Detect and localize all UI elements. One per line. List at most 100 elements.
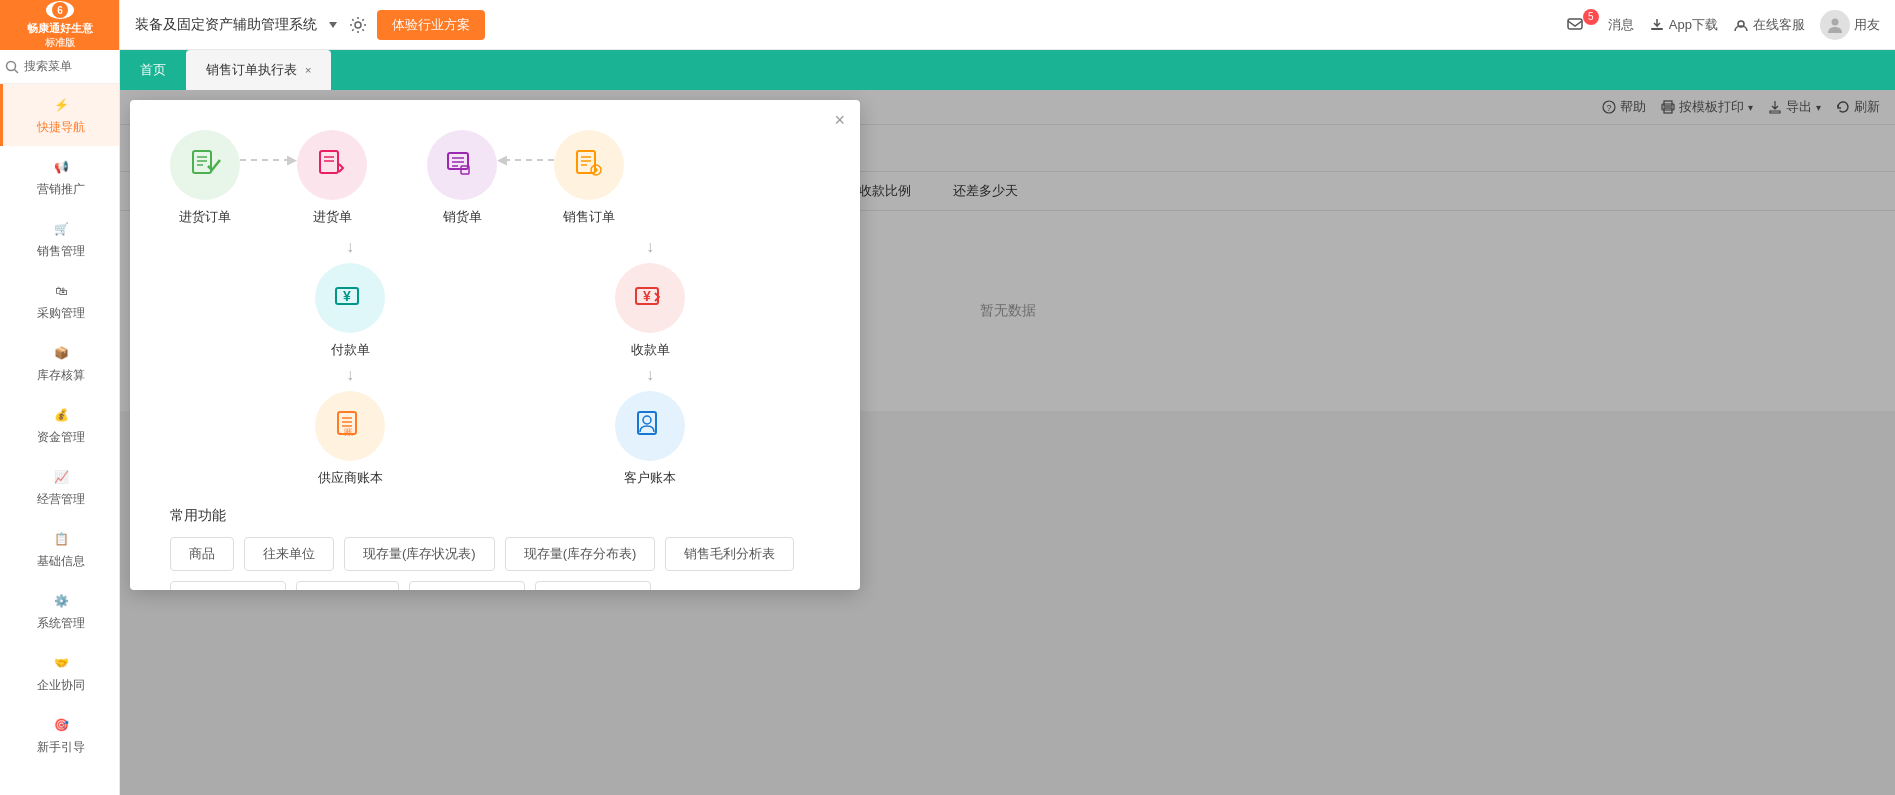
flow-purchase: 进货单: [297, 130, 367, 226]
quick-nav-icon: ⚡: [50, 94, 72, 116]
arrow-down-purchase: ↓: [346, 238, 354, 256]
arrow-down-receipt: ↓: [646, 366, 654, 384]
guide-label: 新手引导: [37, 739, 85, 756]
customer-ledger-label: 客户账本: [624, 469, 676, 487]
sidebar-item-quick-nav[interactable]: ⚡ 快捷导航: [0, 84, 119, 146]
svg-text:账: 账: [344, 427, 353, 437]
message-label: 消息: [1608, 16, 1634, 34]
arrow-2: ▶: [497, 152, 554, 167]
operation-icon: 📈: [50, 466, 72, 488]
arrow-down-sales: ↓: [646, 238, 654, 256]
main-content: 装备及固定资产辅助管理系统 体验行业方案 5 消息: [120, 0, 1895, 795]
purchase-order-circle[interactable]: [170, 130, 240, 200]
avatar-icon: [1824, 14, 1846, 36]
online-service-btn[interactable]: 在线客服: [1733, 16, 1805, 34]
finance-icon: 💰: [50, 404, 72, 426]
quick-nav-popup: ×: [130, 100, 860, 590]
svg-rect-24: [320, 151, 338, 173]
message-btn[interactable]: 5 消息: [1566, 16, 1634, 34]
inventory-label: 库存核算: [37, 367, 85, 384]
sales-label: 销货单: [443, 208, 482, 226]
dropdown-arrow-icon[interactable]: [327, 19, 339, 31]
overlay: ×: [120, 90, 1895, 795]
svg-marker-4: [329, 22, 337, 28]
purchase-icon: [313, 146, 351, 184]
tab-close-icon[interactable]: ×: [305, 64, 311, 76]
svg-point-5: [355, 22, 361, 28]
sales-order-label: 销售订单: [563, 208, 615, 226]
sidebar-item-purchase[interactable]: 🛍 采购管理: [0, 270, 119, 332]
logo-svg: 6: [51, 1, 69, 19]
logo-icon: 6: [46, 1, 74, 19]
spacer-middle2: [410, 364, 590, 487]
func-btn-8[interactable]: 付款情况统计: [535, 581, 651, 590]
user-menu[interactable]: 用友: [1820, 10, 1880, 40]
payment-icon: ¥: [331, 279, 369, 317]
svg-line-3: [15, 69, 19, 73]
search-icon: [5, 60, 19, 74]
flow-sales: 销货单: [427, 130, 497, 226]
func-btn-0[interactable]: 商品: [170, 537, 234, 571]
flow-customer-col: ↓ 客户账本: [590, 364, 710, 487]
supplier-ledger-circle[interactable]: 账: [315, 391, 385, 461]
sidebar-item-marketing[interactable]: 📢 营销推广: [0, 146, 119, 208]
avatar: [1820, 10, 1850, 40]
receipt-icon: ¥: [631, 279, 669, 317]
tab-home[interactable]: 首页: [120, 50, 186, 90]
customer-ledger-circle[interactable]: [615, 391, 685, 461]
gear-icon[interactable]: [349, 16, 367, 34]
svg-rect-20: [193, 151, 211, 173]
tab-sales-order[interactable]: 销售订单执行表 ×: [186, 50, 331, 90]
search-menu[interactable]: 搜索菜单: [0, 50, 119, 84]
arrow-down-payment: ↓: [346, 366, 354, 384]
func-btn-4[interactable]: 销售毛利分析表: [665, 537, 794, 571]
sales-icon: [443, 146, 481, 184]
basic-info-icon: 📋: [50, 528, 72, 550]
sales-order-circle[interactable]: [554, 130, 624, 200]
sidebar: 6 畅康通好生意 标准版 搜索菜单 ⚡ 快捷导航 📢 营销推广 🛒 销售管理 🛍…: [0, 0, 120, 795]
flow-supplier-col: ↓ 账 供应商账本: [290, 364, 410, 487]
spacer-po2: [170, 364, 290, 487]
marketing-icon: 📢: [50, 156, 72, 178]
spacer-middle: [410, 236, 590, 359]
func-btn-5[interactable]: 商品毛利分析: [170, 581, 286, 590]
purchase-label: 进货单: [313, 208, 352, 226]
sales-circle[interactable]: [427, 130, 497, 200]
purchase-circle[interactable]: [297, 130, 367, 200]
content-area: ? 帮助 按模板打印 ▾ 导出 ▾: [120, 90, 1895, 795]
flow-payment-col: ↓ ¥ 付款单: [290, 236, 410, 359]
common-title: 常用功能: [170, 507, 820, 525]
func-btn-2[interactable]: 现存量(库存状况表): [344, 537, 495, 571]
sidebar-item-operation[interactable]: 📈 经营管理: [0, 456, 119, 518]
func-btn-7[interactable]: 收款情况统计: [409, 581, 525, 590]
inventory-icon: 📦: [50, 342, 72, 364]
sidebar-item-enterprise[interactable]: 🤝 企业协同: [0, 642, 119, 704]
func-buttons: 商品往来单位现存量(库存状况表) 现存量(库存分布表) 销售毛利分析表商品毛利分析 销…: [170, 537, 820, 590]
func-btn-6[interactable]: 销售排行榜: [296, 581, 399, 590]
sidebar-item-guide[interactable]: 🎯 新手引导: [0, 704, 119, 766]
supplier-ledger-icon: 账: [331, 407, 369, 445]
receipt-label: 收款单: [631, 341, 670, 359]
flow-sales-order: 销售订单: [554, 130, 624, 226]
payment-circle[interactable]: ¥: [315, 263, 385, 333]
common-functions: 常用功能 商品往来单位现存量(库存状况表)现存量(库存分布表)销售毛利分析表商品…: [170, 507, 820, 590]
func-btn-3[interactable]: 现存量(库存分布表): [505, 537, 656, 571]
svg-rect-32: [577, 151, 595, 173]
sidebar-item-inventory[interactable]: 📦 库存核算: [0, 332, 119, 394]
app-logo: 6 畅康通好生意 标准版: [0, 0, 119, 50]
experience-btn[interactable]: 体验行业方案: [377, 10, 485, 40]
popup-close-btn[interactable]: ×: [834, 110, 845, 131]
sidebar-item-sales[interactable]: 🛒 销售管理: [0, 208, 119, 270]
popup-content: 进货订单 ▶: [130, 100, 860, 590]
receipt-circle[interactable]: ¥: [615, 263, 685, 333]
sales-label: 销售管理: [37, 243, 85, 260]
svg-rect-7: [1651, 28, 1663, 30]
system-name: 装备及固定资产辅助管理系统: [135, 16, 317, 34]
message-icon: [1566, 16, 1584, 34]
func-btn-1[interactable]: 往来单位: [244, 537, 334, 571]
sidebar-item-basic-info[interactable]: 📋 基础信息: [0, 518, 119, 580]
topbar-right: 5 消息 App下载 在线客服: [1566, 10, 1880, 40]
sidebar-item-finance[interactable]: 💰 资金管理: [0, 394, 119, 456]
sidebar-item-system[interactable]: ⚙️ 系统管理: [0, 580, 119, 642]
app-download-btn[interactable]: App下载: [1649, 16, 1718, 34]
